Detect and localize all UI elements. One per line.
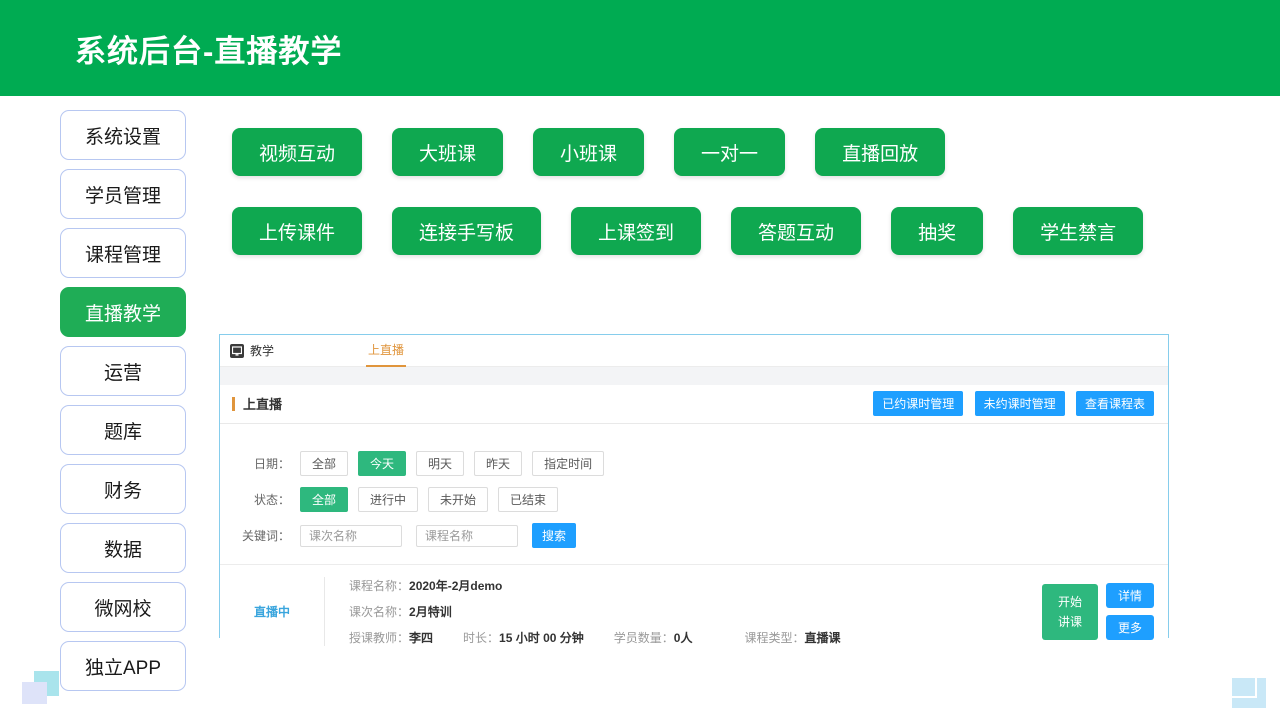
panel-content: 上直播 已约课时管理 未约课时管理 查看课程表 日期： 全部 今天 明天 昨天 …: [220, 385, 1168, 658]
teaching-icon: [230, 344, 244, 358]
booked-lessons-button[interactable]: 已约课时管理: [873, 391, 963, 416]
section-accent-bar: [232, 397, 235, 411]
date-chip-today[interactable]: 今天: [358, 451, 406, 476]
panel-app-label: 教学: [250, 342, 274, 359]
search-button[interactable]: 搜索: [532, 523, 576, 548]
lesson-name-input[interactable]: [300, 525, 402, 547]
status-chip-ended[interactable]: 已结束: [498, 487, 558, 512]
panel-spacer: [220, 367, 1168, 385]
tab-go-live[interactable]: 上直播: [366, 335, 406, 367]
sidebar-item-question-bank[interactable]: 题库: [60, 405, 186, 455]
lesson-name-value: 2月特训: [409, 605, 452, 619]
live-status-badge: 直播中: [220, 603, 324, 620]
duration-label: 时长：: [463, 631, 499, 645]
page-title: 系统后台-直播教学: [75, 26, 342, 71]
teacher-label: 授课教师：: [349, 631, 409, 645]
sidebar-nav: 系统设置 学员管理 课程管理 直播教学 运营 题库 财务 数据 微网校 独立AP…: [60, 110, 186, 700]
start-teaching-button[interactable]: 开始讲课: [1042, 584, 1098, 640]
teacher-value: 李四: [409, 631, 433, 645]
sidebar-item-finance[interactable]: 财务: [60, 464, 186, 514]
sidebar-item-operations[interactable]: 运营: [60, 346, 186, 396]
keyword-filter-label: 关键词：: [234, 527, 290, 544]
status-chip-all[interactable]: 全部: [300, 487, 348, 512]
sidebar-item-standalone-app[interactable]: 独立APP: [60, 641, 186, 691]
detail-button[interactable]: 详情: [1106, 583, 1154, 608]
feature-quiz-interaction[interactable]: 答题互动: [731, 207, 861, 255]
date-filter-row: 日期： 全部 今天 明天 昨天 指定时间: [234, 451, 1154, 476]
date-chip-tomorrow[interactable]: 明天: [416, 451, 464, 476]
live-admin-panel: 教学 上直播 上直播 已约课时管理 未约课时管理 查看课程表 日期： 全部 今天…: [219, 334, 1169, 638]
course-name-line: 课程名称：2020年-2月demo: [349, 577, 1042, 594]
status-chip-not-started[interactable]: 未开始: [428, 487, 488, 512]
section-title: 上直播: [243, 394, 282, 413]
filter-area: 日期： 全部 今天 明天 昨天 指定时间 状态： 全部 进行中 未开始 已结束 …: [220, 424, 1168, 564]
date-chip-all[interactable]: 全部: [300, 451, 348, 476]
sidebar-item-system-settings[interactable]: 系统设置: [60, 110, 186, 160]
course-type-label: 课程类型：: [744, 631, 804, 645]
course-name-value: 2020年-2月demo: [409, 579, 502, 593]
sidebar-item-data[interactable]: 数据: [60, 523, 186, 573]
date-filter-label: 日期：: [234, 455, 290, 472]
feature-large-class[interactable]: 大班课: [392, 128, 503, 176]
feature-live-replay[interactable]: 直播回放: [815, 128, 945, 176]
section-header-row: 上直播 已约课时管理 未约课时管理 查看课程表: [220, 385, 1168, 424]
students-label: 学员数量：: [614, 631, 674, 645]
row-actions: 开始讲课 详情 更多: [1042, 583, 1154, 640]
lesson-name-label: 课次名称：: [349, 605, 409, 619]
course-meta-line: 授课教师：李四 时长：15 小时 00 分钟 学员数量：0人 课程类型：直播课: [349, 629, 1042, 646]
sidebar-item-live-teaching[interactable]: 直播教学: [60, 287, 186, 337]
feature-connect-tablet[interactable]: 连接手写板: [392, 207, 541, 255]
feature-lottery[interactable]: 抽奖: [891, 207, 983, 255]
status-chip-in-progress[interactable]: 进行中: [358, 487, 418, 512]
page-header: 系统后台-直播教学: [0, 0, 1280, 96]
unbooked-lessons-button[interactable]: 未约课时管理: [975, 391, 1065, 416]
sidebar-item-course-management[interactable]: 课程管理: [60, 228, 186, 278]
feature-row-1: 视频互动 大班课 小班课 一对一 直播回放: [232, 128, 975, 176]
row-secondary-actions: 详情 更多: [1106, 583, 1154, 640]
course-list-row: 直播中 课程名称：2020年-2月demo 课次名称：2月特训 授课教师：李四 时…: [220, 564, 1168, 658]
date-chip-yesterday[interactable]: 昨天: [474, 451, 522, 476]
keyword-filter-row: 关键词： 搜索: [234, 523, 1154, 548]
course-details: 课程名称：2020年-2月demo 课次名称：2月特训 授课教师：李四 时长：15…: [325, 577, 1042, 646]
feature-video-interaction[interactable]: 视频互动: [232, 128, 362, 176]
more-button[interactable]: 更多: [1106, 615, 1154, 640]
status-filter-label: 状态：: [234, 491, 290, 508]
feature-row-2: 上传课件 连接手写板 上课签到 答题互动 抽奖 学生禁言: [232, 207, 1173, 255]
sidebar-item-micro-school[interactable]: 微网校: [60, 582, 186, 632]
course-type-value: 直播课: [804, 631, 840, 645]
feature-one-on-one[interactable]: 一对一: [674, 128, 785, 176]
course-name-label: 课程名称：: [349, 579, 409, 593]
course-name-input[interactable]: [416, 525, 518, 547]
feature-upload-courseware[interactable]: 上传课件: [232, 207, 362, 255]
duration-value: 15 小时 00 分钟: [499, 631, 584, 645]
section-header: 上直播: [232, 394, 282, 413]
lesson-name-line: 课次名称：2月特训: [349, 603, 1042, 620]
sidebar-item-student-management[interactable]: 学员管理: [60, 169, 186, 219]
status-filter-row: 状态： 全部 进行中 未开始 已结束: [234, 487, 1154, 512]
students-value: 0人: [674, 631, 693, 645]
view-schedule-button[interactable]: 查看课程表: [1076, 391, 1154, 416]
panel-tabbar: 教学 上直播: [220, 335, 1168, 367]
decoration-square-outline: [1219, 669, 1257, 698]
feature-small-class[interactable]: 小班课: [533, 128, 644, 176]
section-actions: 已约课时管理 未约课时管理 查看课程表: [865, 391, 1154, 416]
decoration-square-lavender: [22, 682, 47, 704]
date-chip-custom[interactable]: 指定时间: [532, 451, 604, 476]
feature-mute-students[interactable]: 学生禁言: [1013, 207, 1143, 255]
feature-class-checkin[interactable]: 上课签到: [571, 207, 701, 255]
